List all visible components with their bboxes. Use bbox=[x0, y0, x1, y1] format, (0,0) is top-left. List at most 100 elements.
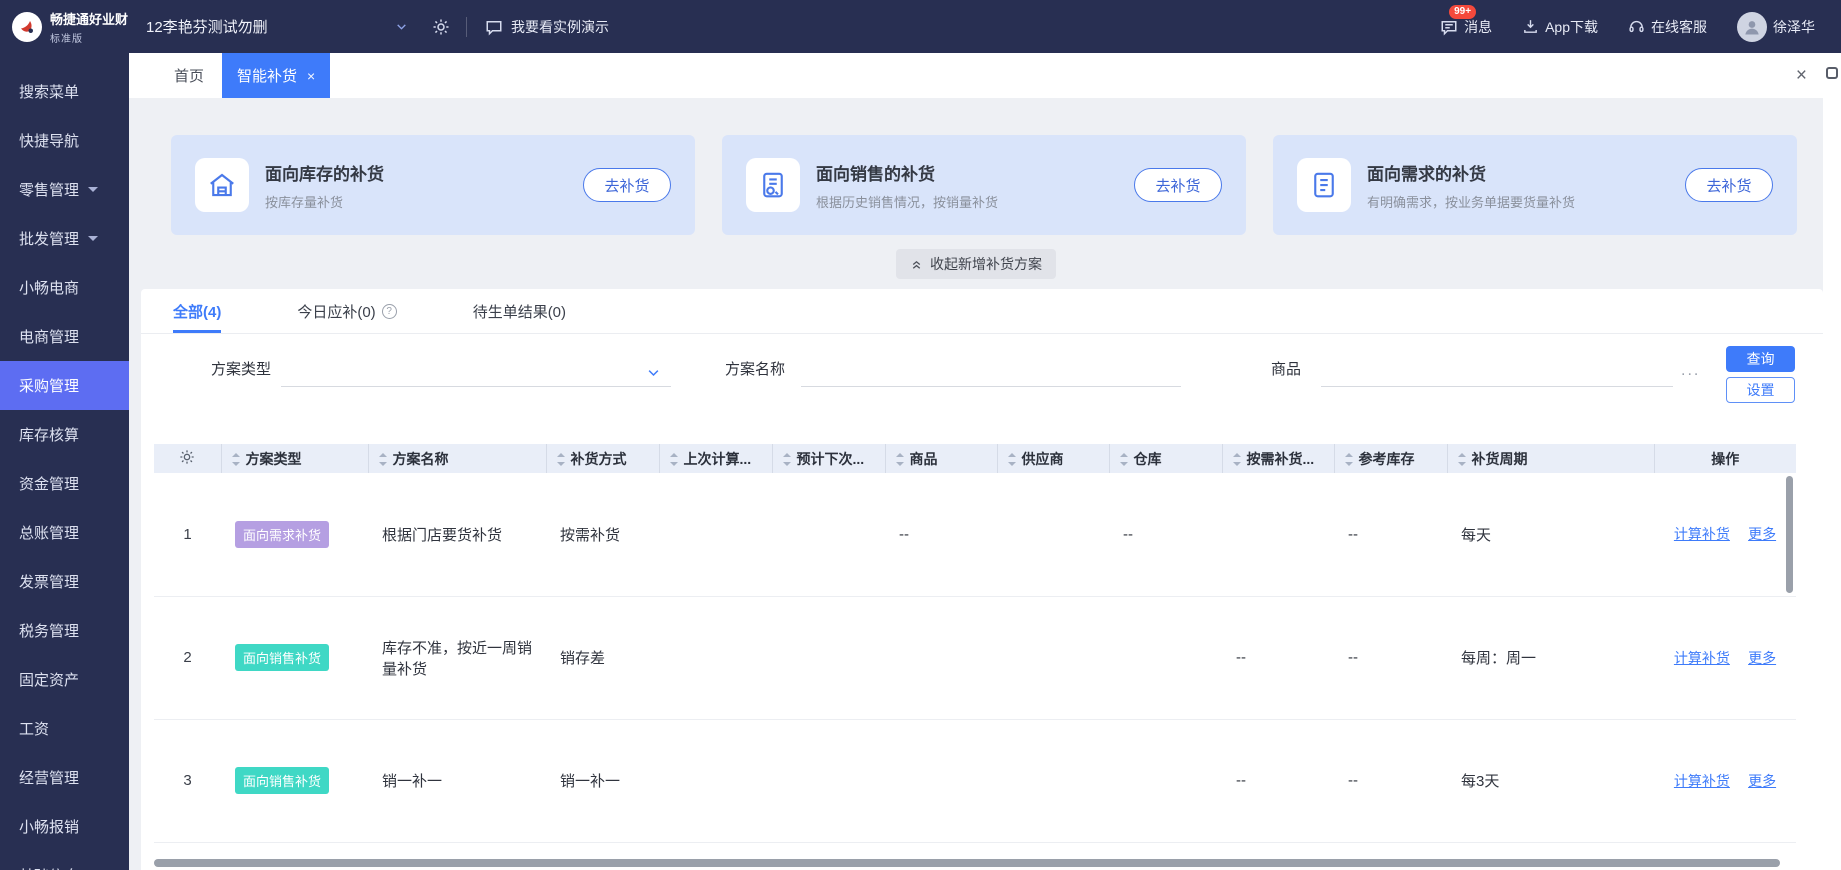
col-header-ref-stock[interactable]: 参考库存 bbox=[1334, 444, 1448, 473]
sidebar-item-fixed-assets[interactable]: 固定资产 bbox=[0, 655, 129, 704]
brand: 畅捷通好业财 标准版 bbox=[0, 9, 132, 45]
card-desc: 根据历史销售情况，按销量补货 bbox=[816, 194, 999, 210]
topbar-gear-icon[interactable] bbox=[432, 18, 450, 36]
filter-name-label: 方案名称 bbox=[725, 361, 786, 378]
demo-link-label: 我要看实例演示 bbox=[511, 18, 609, 35]
sidebar-item-expense[interactable]: 小畅报销 bbox=[0, 802, 129, 851]
cell-demand: -- bbox=[1222, 719, 1334, 843]
settings-button[interactable]: 设置 bbox=[1726, 377, 1795, 403]
main-content: 面向库存的补货 按库存量补货 去补货 面向销售的补货 根据历史销售情况，按销量补… bbox=[129, 98, 1823, 870]
plan-type-badge: 面向需求补货 bbox=[235, 520, 330, 548]
col-header-method[interactable]: 补货方式 bbox=[546, 444, 660, 473]
sort-icon bbox=[1232, 452, 1242, 466]
chat-bubble-icon bbox=[486, 20, 502, 36]
plan-name-input[interactable] bbox=[801, 350, 1181, 387]
sidebar-item-purchasing[interactable]: 采购管理 bbox=[0, 361, 129, 410]
cell-demand bbox=[1222, 473, 1334, 597]
sidebar-item-funds[interactable]: 资金管理 bbox=[0, 459, 129, 508]
side-panel-toggle-icon[interactable] bbox=[1826, 67, 1838, 79]
tab-home[interactable]: 首页 bbox=[162, 53, 216, 98]
chevron-down-icon bbox=[397, 24, 406, 30]
col-header-actions: 操作 bbox=[1654, 444, 1796, 473]
card-stock-replenish: 面向库存的补货 按库存量补货 去补货 bbox=[171, 135, 695, 235]
col-header-last-calc[interactable]: 上次计算... bbox=[659, 444, 773, 473]
sort-icon bbox=[231, 452, 241, 466]
cell-warehouse bbox=[1109, 719, 1222, 843]
right-strip bbox=[1823, 53, 1841, 870]
col-header-warehouse[interactable]: 仓库 bbox=[1109, 444, 1223, 473]
tab-smart-replenishment[interactable]: 智能补货 × bbox=[222, 53, 331, 98]
col-header-cycle[interactable]: 补货周期 bbox=[1447, 444, 1655, 473]
tab-pending-results[interactable]: 待生单结果(0) bbox=[473, 289, 566, 333]
col-header-plan-name[interactable]: 方案名称 bbox=[368, 444, 547, 473]
sidebar-item-tax[interactable]: 税务管理 bbox=[0, 606, 129, 655]
sidebar-item-search-menu[interactable]: 搜索菜单 bbox=[0, 67, 129, 116]
col-header-product[interactable]: 商品 bbox=[885, 444, 998, 473]
more-link[interactable]: 更多 bbox=[1748, 773, 1776, 789]
column-settings-gear-icon[interactable] bbox=[154, 444, 222, 473]
cell-plan-name: 销一补一 bbox=[368, 719, 546, 843]
calc-replenish-link[interactable]: 计算补货 bbox=[1674, 526, 1730, 542]
card-title: 面向库存的补货 bbox=[265, 164, 384, 184]
app-download-button[interactable]: App下载 bbox=[1522, 17, 1598, 37]
sidebar-item-invoices[interactable]: 发票管理 bbox=[0, 557, 129, 606]
sort-icon bbox=[782, 452, 792, 466]
col-header-next-calc[interactable]: 预计下次... bbox=[772, 444, 886, 473]
cell-ref-stock: -- bbox=[1334, 719, 1447, 843]
tab-close-icon[interactable]: × bbox=[307, 68, 315, 84]
online-service-label: 在线客服 bbox=[1651, 18, 1707, 35]
sidebar-item-inventory-accounting[interactable]: 库存核算 bbox=[0, 410, 129, 459]
online-service-button[interactable]: 在线客服 bbox=[1628, 17, 1707, 37]
sidebar-item-quick-nav[interactable]: 快捷导航 bbox=[0, 116, 129, 165]
sidebar-item-business-mgmt[interactable]: 经营管理 bbox=[0, 753, 129, 802]
close-page-icon[interactable]: × bbox=[1796, 65, 1807, 87]
card-title: 面向需求的补货 bbox=[1367, 164, 1486, 184]
messages-button[interactable]: 99+ 消息 bbox=[1440, 4, 1493, 37]
cell-next-calc bbox=[772, 596, 885, 720]
plan-type-select[interactable] bbox=[281, 350, 671, 387]
sidebar-item-payroll[interactable]: 工资 bbox=[0, 704, 129, 753]
vertical-scrollbar[interactable] bbox=[1786, 476, 1793, 593]
query-button[interactable]: 查询 bbox=[1726, 346, 1795, 372]
sidebar-item-ecommerce[interactable]: 电商管理 bbox=[0, 312, 129, 361]
user-menu[interactable]: 徐泽华 bbox=[1737, 11, 1815, 42]
tab-all-plans[interactable]: 全部(4) bbox=[173, 289, 222, 333]
col-header-plan-type[interactable]: 方案类型 bbox=[221, 444, 369, 473]
app-download-label: App下载 bbox=[1545, 18, 1598, 35]
cell-row-number: 3 bbox=[154, 719, 221, 843]
col-header-supplier[interactable]: 供应商 bbox=[997, 444, 1110, 473]
warehouse-icon bbox=[195, 158, 249, 212]
messages-label: 消息 bbox=[1464, 18, 1493, 35]
sidebar-item-basic-info[interactable]: 基础信息 bbox=[0, 851, 129, 870]
cell-product: -- bbox=[885, 473, 997, 597]
col-header-demand[interactable]: 按需补货... bbox=[1222, 444, 1335, 473]
sidebar-item-label: 批发管理 bbox=[19, 231, 80, 248]
demand-form-icon bbox=[1297, 158, 1351, 212]
cell-last-calc bbox=[659, 719, 772, 843]
sort-icon bbox=[556, 452, 566, 466]
tab-today-due[interactable]: 今日应补(0) ? bbox=[297, 289, 397, 333]
cell-supplier bbox=[997, 473, 1109, 597]
go-replenish-sales-button[interactable]: 去补货 bbox=[1134, 168, 1222, 202]
more-link[interactable]: 更多 bbox=[1748, 650, 1776, 666]
sidebar-item-xiaochang-ecom[interactable]: 小畅电商 bbox=[0, 263, 129, 312]
demo-link[interactable]: 我要看实例演示 bbox=[485, 17, 609, 37]
product-picker-button[interactable]: ... bbox=[1681, 362, 1700, 380]
collapse-plans-button[interactable]: 收起新增补货方案 bbox=[896, 249, 1056, 279]
org-selector[interactable]: 12李艳芬测试勿删 bbox=[146, 16, 408, 37]
plan-type-badge: 面向销售补货 bbox=[235, 644, 330, 671]
table-header-row: 方案类型 方案名称 补货方式 上次计算... 预计下次... 商品 供应商 仓库… bbox=[154, 444, 1796, 473]
calc-replenish-link[interactable]: 计算补货 bbox=[1674, 773, 1730, 789]
sidebar-item-wholesale[interactable]: 批发管理 bbox=[0, 214, 129, 263]
sidebar-item-retail[interactable]: 零售管理 bbox=[0, 165, 129, 214]
sidebar-item-general-ledger[interactable]: 总账管理 bbox=[0, 508, 129, 557]
product-input[interactable] bbox=[1321, 350, 1673, 387]
horizontal-scrollbar[interactable] bbox=[154, 859, 1780, 867]
message-bubble-icon bbox=[1441, 20, 1457, 36]
help-icon[interactable]: ? bbox=[381, 303, 397, 319]
calc-replenish-link[interactable]: 计算补货 bbox=[1674, 650, 1730, 666]
go-replenish-demand-button[interactable]: 去补货 bbox=[1685, 168, 1773, 202]
more-link[interactable]: 更多 bbox=[1748, 526, 1776, 542]
cell-actions: 计算补货 更多 bbox=[1654, 719, 1796, 843]
go-replenish-stock-button[interactable]: 去补货 bbox=[583, 168, 671, 202]
